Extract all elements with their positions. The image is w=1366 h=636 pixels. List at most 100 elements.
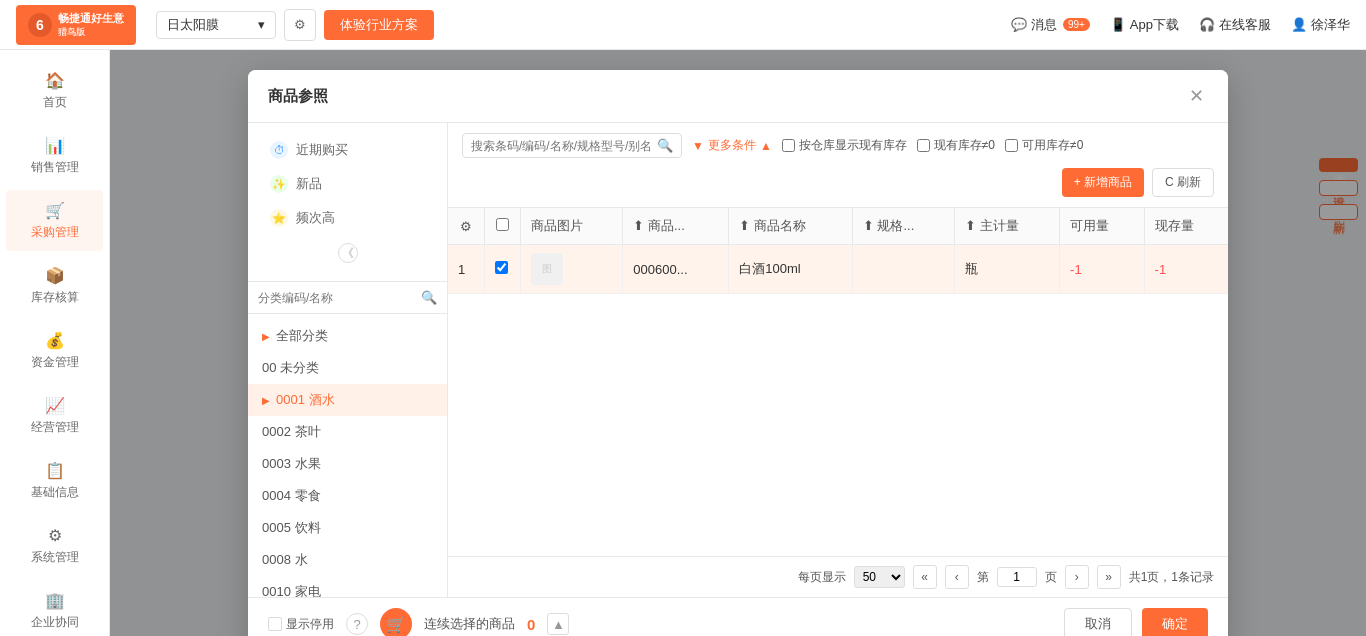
sidebar-item-system[interactable]: ⚙ 系统管理 (6, 515, 103, 576)
category-search-input[interactable] (258, 291, 415, 305)
table-row[interactable]: 1 图 000600... 白酒100ml (448, 245, 1228, 294)
cat-item-00[interactable]: 00 未分类 (248, 352, 447, 384)
confirm-button[interactable]: 确定 (1142, 608, 1208, 636)
prev-page-button[interactable]: ‹ (945, 565, 969, 589)
cart-icon-button[interactable]: 🛒 (380, 608, 412, 636)
message-button[interactable]: 💬 消息 99+ (1011, 16, 1090, 34)
footer-collapse-button[interactable]: ▲ (547, 613, 569, 635)
cat-arrow-icon: ▶ (262, 331, 270, 342)
cat-item-0005[interactable]: 0005 饮料 (248, 512, 447, 544)
checkbox-available-nonzero[interactable]: 可用库存≠0 (1005, 137, 1083, 154)
modal-close-button[interactable]: ✕ (1184, 84, 1208, 108)
quick-nav-recent[interactable]: ⏱ 近期购买 (258, 133, 437, 167)
app-logo[interactable]: 6 畅捷通好生意 猎鸟版 (16, 5, 136, 45)
cat-item-label: 0003 水果 (262, 455, 321, 473)
quick-nav-frequent[interactable]: ⭐ 频次高 (258, 201, 437, 235)
search-icon[interactable]: 🔍 (657, 138, 673, 153)
td-code: 000600... (623, 245, 729, 294)
cat-item-0004[interactable]: 0004 零食 (248, 480, 447, 512)
goods-search-input[interactable] (471, 139, 651, 153)
modal-left-panel: ⏱ 近期购买 ✨ 新品 ⭐ 频次高 (248, 123, 448, 597)
sidebar-item-enterprise[interactable]: 🏢 企业协同 (6, 580, 103, 636)
sidebar-item-finance[interactable]: 💰 资金管理 (6, 320, 103, 381)
sales-icon: 📊 (45, 135, 65, 155)
cat-item-label: 0010 家电 (262, 583, 321, 597)
cat-item-0003[interactable]: 0003 水果 (248, 448, 447, 480)
category-search-area: 🔍 (248, 282, 447, 314)
sidebar-item-operation[interactable]: 📈 经营管理 (6, 385, 103, 446)
category-search-icon[interactable]: 🔍 (421, 290, 437, 305)
sidebar-item-sales[interactable]: 📊 销售管理 (6, 125, 103, 186)
th-unit[interactable]: ⬆ 主计量 (954, 208, 1059, 245)
collapse-button[interactable]: 《 (338, 243, 358, 263)
headset-icon: 🎧 (1199, 17, 1215, 32)
basic-icon: 📋 (45, 460, 65, 480)
sidebar-item-basic[interactable]: 📋 基础信息 (6, 450, 103, 511)
sidebar-item-label: 销售管理 (31, 159, 79, 176)
th-name[interactable]: ⬆ 商品名称 (729, 208, 852, 245)
goods-table-container: ⚙ 商品图片 ⬆ 商品... (448, 208, 1228, 556)
cancel-button[interactable]: 取消 (1064, 608, 1132, 636)
cat-item-0008[interactable]: 0008 水 (248, 544, 447, 576)
sidebar-item-inventory[interactable]: 📦 库存核算 (6, 255, 103, 316)
page-label: 第 (977, 569, 989, 586)
td-checkbox[interactable] (484, 245, 520, 294)
store-dropdown[interactable]: 日太阳膜 ▾ (156, 11, 276, 39)
total-records-text: 共1页，1条记录 (1129, 569, 1214, 586)
warehouse-checkbox[interactable] (782, 139, 795, 152)
checkbox-by-warehouse[interactable]: 按仓库显示现有库存 (782, 137, 907, 154)
page-size-select[interactable]: 50 100 200 (854, 566, 905, 588)
page-number-input[interactable] (997, 567, 1037, 587)
operation-icon: 📈 (45, 395, 65, 415)
online-service-button[interactable]: 🎧 在线客服 (1199, 16, 1271, 34)
sidebar-item-label: 基础信息 (31, 484, 79, 501)
sidebar: 🏠 首页 📊 销售管理 🛒 采购管理 📦 库存核算 💰 资金管理 📈 经营管理 … (0, 50, 110, 636)
table-body: 1 图 000600... 白酒100ml (448, 245, 1228, 294)
quick-nav: ⏱ 近期购买 ✨ 新品 ⭐ 频次高 (258, 133, 437, 235)
new-icon: ✨ (270, 175, 288, 193)
td-name: 白酒100ml (729, 245, 852, 294)
cat-item-all[interactable]: ▶ 全部分类 (248, 320, 447, 352)
trial-button[interactable]: 体验行业方案 (324, 10, 434, 40)
filter-more-button[interactable]: ▼ 更多条件 ▲ (692, 137, 772, 154)
last-page-button[interactable]: » (1097, 565, 1121, 589)
filter-arrow-icon: ▲ (760, 139, 772, 153)
cat-item-0001[interactable]: ▶ 0001 酒水 (248, 384, 447, 416)
add-goods-button[interactable]: + 新增商品 (1062, 168, 1144, 197)
checkbox-stock-nonzero[interactable]: 现有库存≠0 (917, 137, 995, 154)
help-button[interactable]: ? (346, 613, 368, 635)
select-all-checkbox[interactable] (496, 218, 509, 231)
first-page-button[interactable]: « (913, 565, 937, 589)
quick-nav-frequent-label: 频次高 (296, 209, 335, 227)
message-icon: 💬 (1011, 17, 1027, 32)
show-disabled-label[interactable]: 显示停用 (268, 616, 334, 633)
modal-body: ⏱ 近期购买 ✨ 新品 ⭐ 频次高 (248, 123, 1228, 597)
th-checkbox[interactable] (484, 208, 520, 245)
sidebar-item-purchase[interactable]: 🛒 采购管理 (6, 190, 103, 251)
message-badge: 99+ (1063, 18, 1090, 31)
recent-icon: ⏱ (270, 141, 288, 159)
settings-icon[interactable]: ⚙ (284, 9, 316, 41)
sidebar-item-home[interactable]: 🏠 首页 (6, 60, 103, 121)
available-nonzero-checkbox[interactable] (1005, 139, 1018, 152)
row-checkbox[interactable] (495, 261, 508, 274)
sidebar-item-label: 首页 (43, 94, 67, 111)
table-header-row: ⚙ 商品图片 ⬆ 商品... (448, 208, 1228, 245)
th-code[interactable]: ⬆ 商品... (623, 208, 729, 245)
user-avatar[interactable]: 👤 徐泽华 (1291, 16, 1350, 34)
stock-nonzero-checkbox[interactable] (917, 139, 930, 152)
quick-nav-new[interactable]: ✨ 新品 (258, 167, 437, 201)
app-download-button[interactable]: 📱 App下载 (1110, 16, 1179, 34)
refresh-button[interactable]: C 刷新 (1152, 168, 1214, 197)
th-settings[interactable]: ⚙ (448, 208, 484, 245)
cat-item-0002[interactable]: 0002 茶叶 (248, 416, 447, 448)
page-size-label: 每页显示 (798, 569, 846, 586)
toolbar-right: + 新增商品 C 刷新 (1062, 168, 1214, 197)
next-page-button[interactable]: › (1065, 565, 1089, 589)
cat-item-0010[interactable]: 0010 家电 (248, 576, 447, 597)
show-disabled-checkbox[interactable] (268, 617, 282, 631)
th-spec[interactable]: ⬆ 规格... (852, 208, 954, 245)
sidebar-item-label: 采购管理 (31, 224, 79, 241)
cat-item-label: 00 未分类 (262, 359, 319, 377)
main-layout: 🏠 首页 📊 销售管理 🛒 采购管理 📦 库存核算 💰 资金管理 📈 经营管理 … (0, 50, 1366, 636)
